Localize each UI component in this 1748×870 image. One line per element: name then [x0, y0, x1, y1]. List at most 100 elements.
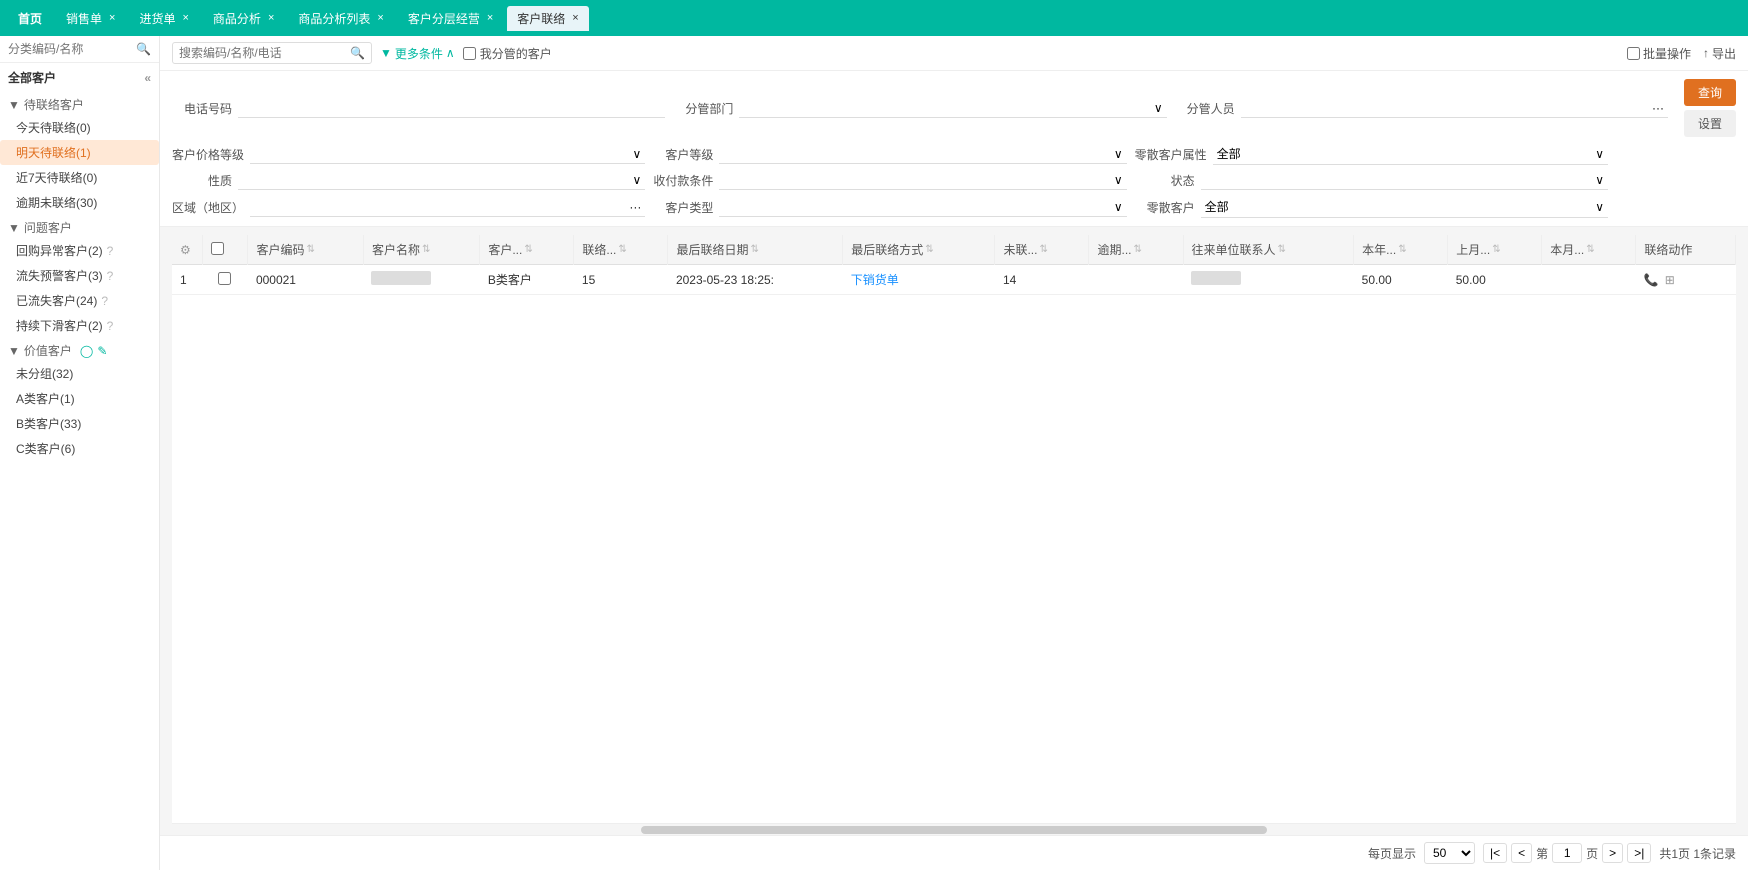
select-all-checkbox[interactable] — [211, 242, 224, 255]
batch-op-btn[interactable]: 批量操作 — [1627, 45, 1691, 62]
last-page-btn[interactable]: >| — [1627, 843, 1651, 863]
close-icon[interactable]: × — [487, 12, 493, 24]
sidebar-item-7days[interactable]: 近7天待联络(0) — [0, 165, 159, 190]
page-size-select[interactable]: 50 100 200 — [1424, 842, 1475, 864]
edit-icon[interactable]: ✎ — [97, 344, 107, 358]
filter-row-3: 性质 ∨ 收付款条件 ∨ 状态 ∨ — [172, 171, 1736, 190]
search-icon[interactable]: 🔍 — [350, 46, 365, 60]
field-dept-select[interactable]: ∨ — [739, 99, 1166, 118]
chevron-down-icon: ∨ — [1114, 200, 1123, 214]
search-input[interactable] — [179, 46, 346, 60]
horizontal-scrollbar[interactable] — [172, 823, 1736, 835]
field-manager: 分管人员 ··· — [1175, 99, 1668, 118]
sidebar-search-input[interactable] — [8, 42, 132, 56]
setting-button[interactable]: 设置 — [1684, 110, 1736, 137]
help-icon: ? — [107, 319, 114, 333]
advanced-filter: 电话号码 分管部门 ∨ 分管人员 ··· 查询 设置 — [160, 71, 1748, 227]
scrollbar-thumb[interactable] — [641, 826, 1267, 834]
field-customer-type-label: 客户类型 — [653, 199, 713, 216]
field-status-label: 状态 — [1135, 172, 1195, 189]
row-checkbox[interactable] — [218, 272, 231, 285]
field-manager-select[interactable]: ··· — [1241, 99, 1668, 118]
nav-tab-4[interactable]: 客户分层经营 × — [398, 6, 503, 31]
field-scattered-customer-select[interactable]: 全部 ∨ — [1201, 196, 1608, 218]
search-icon[interactable]: 🔍 — [136, 42, 151, 56]
chevron-down-icon: ∨ — [1114, 173, 1123, 187]
close-icon[interactable]: × — [377, 12, 383, 24]
nav-tab-3[interactable]: 商品分析列表 × — [288, 6, 393, 31]
query-button[interactable]: 查询 — [1684, 79, 1736, 106]
field-customer-type-select[interactable]: ∨ — [719, 198, 1126, 217]
sidebar-item-overdue[interactable]: 逾期未联络(30) — [0, 190, 159, 215]
sidebar-item-c-class[interactable]: C类客户(6) — [0, 436, 159, 461]
field-nature-select[interactable]: ∨ — [238, 171, 645, 190]
my-customer-checkbox[interactable] — [463, 47, 476, 60]
prev-page-btn[interactable]: < — [1511, 843, 1532, 863]
nav-tab-1[interactable]: 进货单 × — [129, 6, 198, 31]
sidebar-item-ungrouped[interactable]: 未分组(32) — [0, 361, 159, 386]
phone-icon[interactable]: 📞 — [1644, 273, 1659, 287]
field-scattered-attr-label: 零散客户属性 — [1135, 146, 1207, 163]
close-icon[interactable]: × — [182, 12, 188, 24]
page-input[interactable] — [1552, 843, 1582, 863]
field-phone-input[interactable] — [238, 99, 665, 118]
nav-tab-2[interactable]: 商品分析 × — [203, 6, 284, 31]
page-size-label: 每页显示 — [1368, 845, 1416, 862]
table-row: 1 000021 B类客户 15 2023-05-23 18:25: 下销货单 — [172, 265, 1736, 295]
data-table: ⚙ 客户编码 ⇅ 客户名称 — [172, 235, 1736, 295]
more-filter-btn[interactable]: ▼ 更多条件 ∧ — [380, 45, 455, 62]
field-payment-select[interactable]: ∨ — [719, 171, 1126, 190]
nav-tab-0[interactable]: 销售单 × — [56, 6, 125, 31]
th-type: 客户... ⇅ — [480, 235, 574, 265]
th-last-date: 最后联络日期 ⇅ — [668, 235, 843, 265]
table-footer: 每页显示 50 100 200 |< < 第 页 > >| 共1页 1条记录 — [160, 835, 1748, 870]
field-payment-label: 收付款条件 — [653, 172, 713, 189]
next-page-btn[interactable]: > — [1602, 843, 1623, 863]
close-icon[interactable]: × — [572, 12, 578, 24]
td-this-month — [1542, 265, 1636, 295]
sidebar-item-today[interactable]: 今天待联络(0) — [0, 115, 159, 140]
field-customer-type: 客户类型 ∨ — [653, 198, 1126, 217]
group-icons[interactable]: ◯ — [80, 344, 93, 358]
close-icon[interactable]: × — [109, 12, 115, 24]
nav-home[interactable]: 首页 — [8, 6, 52, 31]
chevron-down-icon: ∨ — [633, 173, 642, 187]
field-price-level-label: 客户价格等级 — [172, 146, 244, 163]
th-un-contact: 未联... ⇅ — [995, 235, 1089, 265]
first-page-btn[interactable]: |< — [1483, 843, 1507, 863]
th-last-method: 最后联络方式 ⇅ — [843, 235, 995, 265]
sidebar-item-churned[interactable]: 已流失客户(24) ? — [0, 288, 159, 313]
page-label: 第 — [1536, 845, 1548, 862]
sidebar-item-repurchase-abnormal[interactable]: 回购异常客户(2) ? — [0, 238, 159, 263]
field-price-level-select[interactable]: ∨ — [250, 145, 645, 164]
page-unit: 页 — [1586, 845, 1598, 862]
all-customers-label[interactable]: 全部客户 « — [0, 63, 159, 92]
settings-icon[interactable]: ⚙ — [180, 243, 191, 257]
table-area: ⚙ 客户编码 ⇅ 客户名称 — [172, 235, 1736, 823]
sort-icon: ⇅ — [524, 244, 532, 255]
sidebar-item-churn-warning[interactable]: 流失预警客户(3) ? — [0, 263, 159, 288]
field-customer-level-select[interactable]: ∨ — [719, 145, 1126, 164]
field-region-select[interactable]: ··· — [250, 198, 645, 217]
field-status-select[interactable]: ∨ — [1201, 171, 1608, 190]
sidebar-item-declining[interactable]: 持续下滑客户(2) ? — [0, 313, 159, 338]
last-method-link[interactable]: 下销货单 — [851, 273, 899, 287]
grid-icon[interactable]: ⊞ — [1665, 273, 1675, 287]
sidebar-item-a-class[interactable]: A类客户(1) — [0, 386, 159, 411]
batch-checkbox[interactable] — [1627, 47, 1640, 60]
td-this-year: 50.00 — [1354, 265, 1448, 295]
content-area: 🔍 ▼ 更多条件 ∧ 我分管的客户 批量操作 ↑ 导出 — [160, 36, 1748, 870]
sidebar-item-tomorrow[interactable]: 明天待联络(1) — [0, 140, 159, 165]
td-overdue — [1089, 265, 1183, 295]
chevron-down-icon: ∨ — [633, 147, 642, 161]
table-header-row: ⚙ 客户编码 ⇅ 客户名称 — [172, 235, 1736, 265]
field-scattered-attr-select[interactable]: 全部 ∨ — [1213, 143, 1608, 165]
field-dept: 分管部门 ∨ — [673, 99, 1166, 118]
sidebar-item-b-class[interactable]: B类客户(33) — [0, 411, 159, 436]
field-manager-label: 分管人员 — [1175, 100, 1235, 117]
nav-tab-5[interactable]: 客户联络 × — [507, 6, 588, 31]
close-icon[interactable]: × — [268, 12, 274, 24]
field-region-label: 区域（地区） — [172, 199, 244, 216]
sidebar-search-bar: 🔍 — [0, 36, 159, 63]
export-btn[interactable]: ↑ 导出 — [1703, 45, 1736, 62]
